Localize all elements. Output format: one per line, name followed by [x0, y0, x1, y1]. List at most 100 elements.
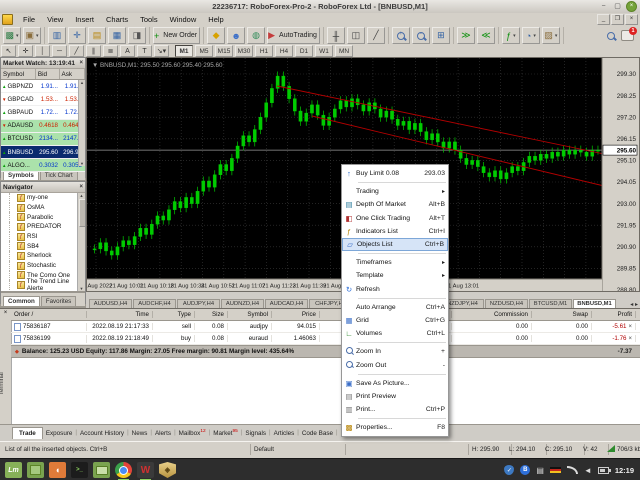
orders-col-commission[interactable]: Commission: [452, 311, 532, 318]
chart-tab-audjpy-h4[interactable]: AUDJPY,H4: [177, 299, 220, 308]
terminal-tab-account-history[interactable]: Account History: [77, 428, 127, 439]
navigator-item[interactable]: ƒ my-one: [1, 193, 85, 203]
order-row[interactable]: 75836187 2022.08.19 21:17:33 sell 0.08 audjp…: [11, 321, 640, 333]
bluetooth-icon[interactable]: B: [520, 465, 531, 475]
maximize-button[interactable]: ▢: [612, 2, 623, 12]
periods-button[interactable]: ◔ ▾: [521, 27, 540, 44]
status-profile[interactable]: Default: [250, 444, 346, 455]
context-menu-item-trading[interactable]: Trading ▸: [342, 185, 448, 198]
chart-tab-nzdusd-h4[interactable]: NZDUSD,H4: [485, 299, 528, 308]
navigator-item[interactable]: ƒ Stochastic: [1, 260, 85, 271]
community-button[interactable]: ◍: [247, 27, 266, 44]
mdi-restore-button[interactable]: ❒: [611, 14, 624, 25]
context-menu-item-buy-limit[interactable]: ↑ Buy Limit 0.08 293.03: [342, 167, 448, 180]
auto-scroll-button[interactable]: ≫: [456, 27, 475, 44]
menu-insert[interactable]: Insert: [69, 14, 100, 25]
context-menu-item-refresh[interactable]: ↻ Refresh: [342, 283, 448, 296]
navigator-scrollbar[interactable]: ▲ ▼: [77, 193, 85, 291]
crosshair-button[interactable]: ✛: [18, 45, 33, 57]
market-watch-col-ask[interactable]: Ask: [60, 69, 85, 79]
context-menu-item-print-preview[interactable]: ▤ Print Preview: [342, 390, 448, 403]
orders-col-type[interactable]: Type: [153, 311, 195, 318]
bar-chart-mode-button[interactable]: ╫: [326, 27, 345, 44]
navigator-item[interactable]: ƒ The Trend Line Alerte: [1, 278, 85, 291]
context-menu-item-auto-arrange[interactable]: Auto Arrange Ctrl+A: [342, 301, 448, 314]
chart-tab-bnbusd-m1[interactable]: BNBUSD,M1: [573, 299, 616, 308]
timeframe-w1-button[interactable]: W1: [315, 45, 333, 57]
context-menu-item-template[interactable]: Template ▸: [342, 269, 448, 282]
navigator-item[interactable]: ƒ PREDATOR: [1, 222, 85, 232]
horizontal-line-button[interactable]: ─: [52, 45, 67, 57]
navigator-tab-favorites[interactable]: Favorites: [40, 296, 77, 306]
fibonacci-retracement-button[interactable]: ≣: [103, 45, 118, 57]
timeframe-h4-button[interactable]: H4: [275, 45, 293, 57]
timeframe-mn-button[interactable]: MN: [335, 45, 353, 57]
context-menu-item-depth-of-market[interactable]: ▤ Depth Of Market Alt+B: [342, 198, 448, 211]
context-menu-item-volumes[interactable]: ∟ Volumes Ctrl+L: [342, 327, 448, 340]
terminal-tab-alerts[interactable]: Alerts: [152, 428, 174, 439]
taskbar-window-app-icon[interactable]: [27, 462, 44, 478]
orders-col-size[interactable]: Size: [195, 311, 228, 318]
context-menu-item-grid[interactable]: ▦ Grid Ctrl+G: [342, 314, 448, 327]
navigator-close-icon[interactable]: ×: [79, 184, 83, 190]
market-watch-scrollbar[interactable]: ▲ ▼: [78, 80, 85, 166]
navigator-titlebar[interactable]: Navigator ×: [1, 182, 85, 193]
profiles-button[interactable]: ▣ ▾: [23, 27, 41, 44]
market-watch-row[interactable]: ▼ GBPCAD 1.53... 1.53...: [1, 93, 85, 107]
navigator-toggle-button[interactable]: ▤: [88, 27, 106, 44]
timeframe-m1-button[interactable]: M1: [175, 45, 193, 57]
tile-windows-button[interactable]: ⊞: [431, 27, 450, 44]
terminal-tab-market[interactable]: Market95: [210, 427, 241, 439]
equidistant-channel-button[interactable]: ∥: [86, 45, 101, 57]
orders-col-profit[interactable]: Profit: [592, 311, 636, 318]
context-menu-item-properties[interactable]: ▩ Properties... F8: [342, 421, 448, 434]
terminal-tab-signals[interactable]: Signals: [242, 428, 269, 439]
mdi-close-button[interactable]: ×: [625, 14, 638, 25]
taskbar-files-app-icon[interactable]: [93, 462, 110, 478]
context-menu-item-objects-list[interactable]: ▱ Objects List Ctrl+B: [342, 237, 448, 252]
notifications-icon[interactable]: 1: [621, 27, 637, 41]
orders-col-price[interactable]: Price: [272, 311, 320, 318]
close-button[interactable]: ×: [626, 1, 637, 12]
terminal-tab-news[interactable]: News: [129, 428, 151, 439]
navigator-item[interactable]: ƒ OsMA: [1, 202, 85, 213]
timeframe-d1-button[interactable]: D1: [295, 45, 313, 57]
close-order-icon[interactable]: ×: [628, 324, 632, 330]
autotrading-button[interactable]: ▶ AutoTrading: [267, 27, 320, 44]
menu-window[interactable]: Window: [164, 14, 203, 25]
context-menu-item-save-as-picture[interactable]: ▣ Save As Picture...: [342, 377, 448, 390]
timeframe-m5-button[interactable]: M5: [195, 45, 213, 57]
chart-tab-audusd-h4[interactable]: AUDUSD,H4: [89, 299, 132, 308]
terminal-tab-exposure[interactable]: Exposure: [43, 428, 76, 439]
context-menu-item-zoom-out[interactable]: Zoom Out -: [342, 358, 448, 371]
printer-icon[interactable]: ▤: [536, 466, 544, 475]
trendline-button[interactable]: ╱: [69, 45, 84, 57]
market-watch-col-symbol[interactable]: Symbol: [1, 69, 36, 79]
close-order-icon[interactable]: ×: [628, 336, 632, 342]
taskbar-writer-app-icon[interactable]: W: [137, 462, 154, 480]
candlestick-mode-button[interactable]: ◫: [346, 27, 365, 44]
navigator-tab-common[interactable]: Common: [3, 296, 40, 306]
market-watch-close-icon[interactable]: ×: [79, 60, 83, 66]
orders-col-order-[interactable]: Order /: [11, 311, 87, 318]
indicators-button[interactable]: ƒ ▾: [501, 27, 520, 44]
market-watch-row[interactable]: ▼ ADAUSD 0.4618 0.4642: [1, 119, 85, 133]
taskbar-mt4-app-icon[interactable]: ◈: [159, 462, 176, 478]
zoom-out-button[interactable]: -: [411, 27, 430, 44]
terminal-tab-mailbox[interactable]: Mailbox12: [176, 427, 209, 439]
vertical-line-button[interactable]: │: [35, 45, 50, 57]
market-watch-row[interactable]: ▲ ALGO... 0.3032 0.3055: [1, 159, 85, 173]
menu-charts[interactable]: Charts: [100, 14, 134, 25]
taskbar-chrome-icon[interactable]: [115, 462, 132, 480]
battery-icon[interactable]: [597, 466, 611, 474]
menu-tools[interactable]: Tools: [134, 14, 164, 25]
navigator-item[interactable]: ƒ RSI: [1, 231, 85, 242]
market-watch-row[interactable]: ▲ GBPNZD 1.91... 1.91...: [1, 80, 85, 94]
publisher-button[interactable]: ☻: [227, 27, 246, 44]
data-window-toggle-button[interactable]: ✛: [68, 27, 86, 44]
text-button[interactable]: A: [120, 45, 135, 57]
orders-col-time[interactable]: Time: [87, 311, 153, 318]
minimize-button[interactable]: −: [598, 2, 609, 12]
chart-tab-btcusd-m1[interactable]: BTCUSD,M1: [529, 299, 572, 308]
text-label-button[interactable]: T: [137, 45, 152, 57]
